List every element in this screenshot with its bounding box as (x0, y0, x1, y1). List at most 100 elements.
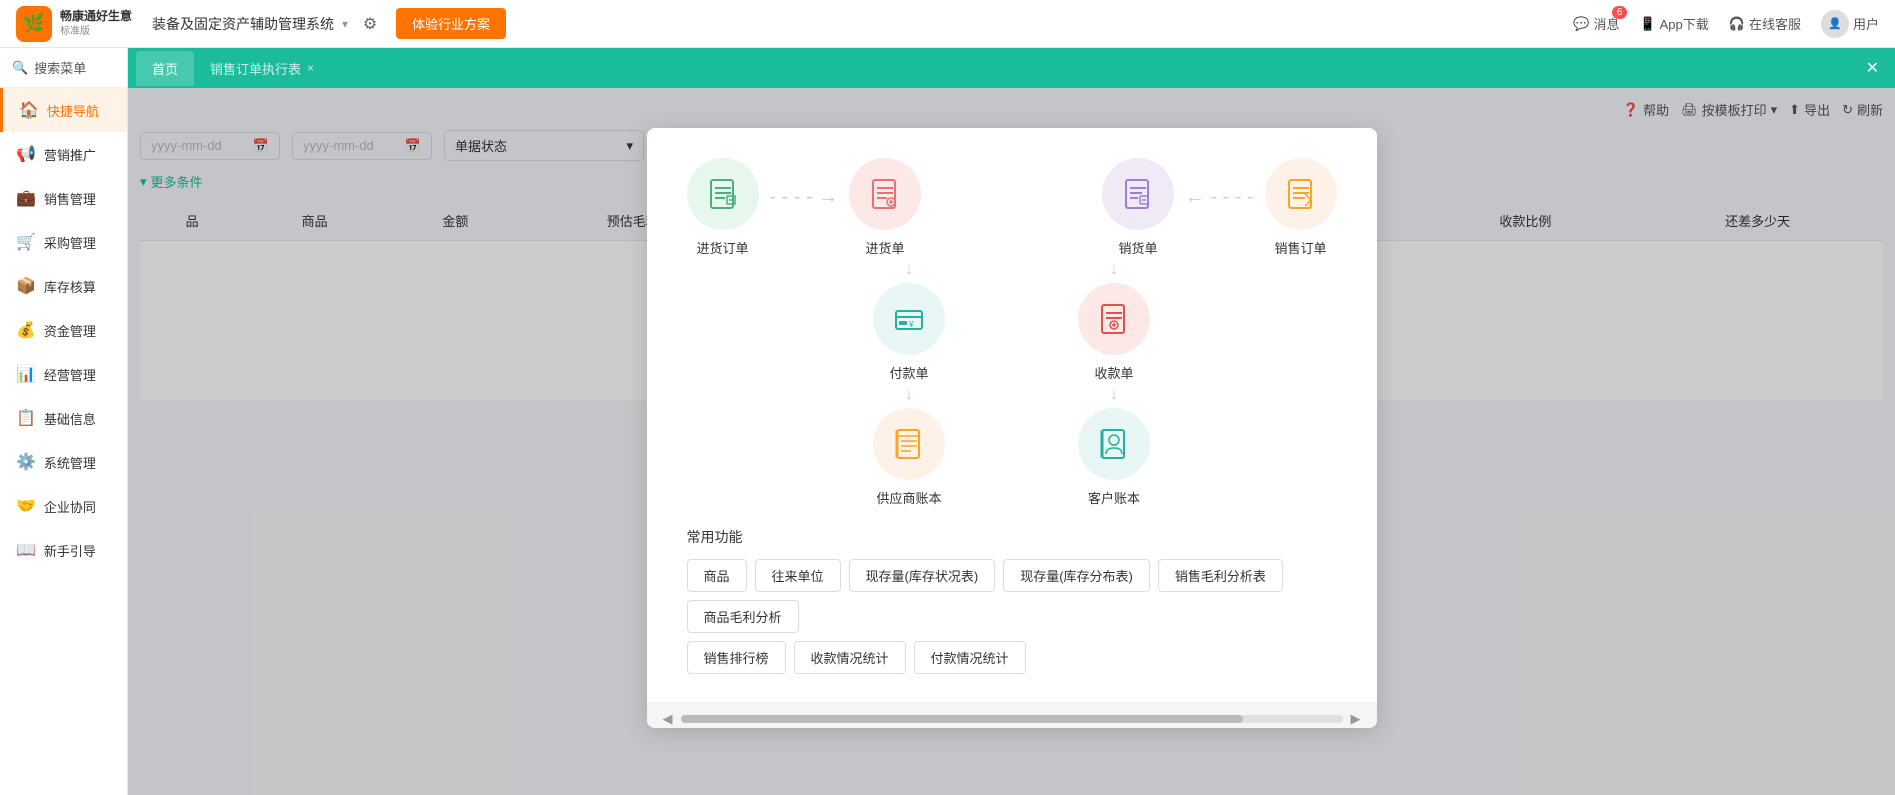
basic-info-label: 基础信息 (44, 409, 96, 428)
func-btn-inventory-dist[interactable]: 现存量(库存分布表) (1003, 559, 1150, 592)
search-menu-label: 搜索菜单 (34, 58, 86, 77)
svg-text:¥: ¥ (908, 320, 914, 329)
down-arrow-sb: ↓ (1054, 261, 1174, 279)
modal-overlay[interactable]: 进货订单 - - - - → 进货单 (128, 88, 1895, 795)
newbie-label: 新手引导 (44, 541, 96, 560)
tab-sales-exec[interactable]: 销售订单执行表 × (194, 51, 330, 86)
online-service-button[interactable]: 🎧 在线客服 (1729, 14, 1801, 33)
node-sales-bill[interactable]: 销货单 (1102, 158, 1174, 257)
finance-label: 资金管理 (44, 321, 96, 340)
marketing-label: 营销推广 (44, 145, 96, 164)
func-buttons-row1: 商品 往来单位 现存量(库存状况表) 现存量(库存分布表) 销售毛利分析表 商品… (687, 559, 1337, 633)
sidebar-item-quick-nav[interactable]: 🏠 快捷导航 (0, 88, 127, 132)
logo-line2: 标准版 (60, 25, 132, 39)
func-btn-inventory-status[interactable]: 现存量(库存状况表) (849, 559, 996, 592)
payment-bill-icon: ¥ (873, 283, 945, 355)
space-a2 (1150, 283, 1217, 382)
sidebar-item-sales[interactable]: 💼 销售管理 (0, 176, 127, 220)
func-btn-payment-stats[interactable]: 付款情况统计 (914, 641, 1026, 674)
sidebar-item-operations[interactable]: 📊 经营管理 (0, 352, 127, 396)
receipt-bill-label: 收款单 (1094, 363, 1133, 382)
arrow-so-to-sb: ← - - - - (1174, 158, 1265, 209)
gear-button[interactable]: ⚙ (356, 10, 384, 38)
node-purchase-order[interactable]: 进货订单 (687, 158, 759, 257)
node-sales-order[interactable]: 销售订单 (1265, 158, 1337, 257)
s3 (969, 386, 1054, 404)
sys-mgmt-icon: ⚙️ (16, 452, 36, 472)
app-icon: 📱 (1639, 16, 1655, 32)
func-btn-counterpart[interactable]: 往来单位 (755, 559, 841, 592)
tab-home[interactable]: 首页 (136, 51, 194, 86)
user-button[interactable]: 👤 用户 (1821, 10, 1879, 38)
tab-close-icon[interactable]: × (307, 61, 314, 75)
message-button[interactable]: 💬 消息 6 (1573, 14, 1619, 33)
node-purchase-bill[interactable]: 进货单 (849, 158, 921, 257)
tab-bar-close-button[interactable]: ✕ (1858, 58, 1887, 78)
system-title: 装备及固定资产辅助管理系统 ▾ (152, 14, 348, 34)
flow-diagram: 进货订单 - - - - → 进货单 (647, 128, 1377, 527)
sales-label: 销售管理 (44, 189, 96, 208)
down-arrow-pb: ↓ (849, 261, 969, 279)
trial-button[interactable]: 体验行业方案 (396, 8, 506, 39)
purchase-label: 采购管理 (44, 233, 96, 252)
func-btn-sales-rank[interactable]: 销售排行榜 (687, 641, 786, 674)
sidebar-item-newbie[interactable]: 📖 新手引导 (0, 528, 127, 572)
receipt-bill-icon (1078, 283, 1150, 355)
sidebar: 🔍 搜索菜单 🏠 快捷导航 📢 营销推广 💼 销售管理 🛒 采购管理 📦 (0, 48, 128, 795)
sales-bill-icon (1102, 158, 1174, 230)
top-right-actions: 💬 消息 6 📱 App下载 🎧 在线客服 👤 用户 (1573, 10, 1879, 38)
scroll-right-arrow[interactable]: ▶ (1343, 707, 1369, 728)
sidebar-item-inventory[interactable]: 📦 库存核算 (0, 264, 127, 308)
node-customer-ledger[interactable]: 客户账本 (1078, 408, 1150, 507)
modal-box: 进货订单 - - - - → 进货单 (647, 128, 1377, 728)
node-payment-bill[interactable]: ¥ 付款单 (873, 283, 945, 382)
func-btn-receipt-stats[interactable]: 收款情况统计 (794, 641, 906, 674)
online-service-label: 在线客服 (1749, 14, 1801, 33)
scroll-left-arrow[interactable]: ◀ (655, 707, 681, 728)
s8 (945, 408, 1078, 507)
space-mid2 (945, 283, 1078, 382)
space-right (1217, 261, 1337, 279)
logo-line1: 畅康通好生意 (60, 8, 132, 25)
logo-icon: 🌿 (16, 6, 52, 42)
content-area: 首页 销售订单执行表 × ✕ ❓ 帮助 🖨 按 (128, 48, 1895, 795)
app-download-label: App下载 (1660, 14, 1709, 33)
purchase-order-icon (687, 158, 759, 230)
node-supplier-ledger[interactable]: 供应商账本 (873, 408, 945, 507)
main-area: 🔍 搜索菜单 🏠 快捷导航 📢 营销推广 💼 销售管理 🛒 采购管理 📦 (0, 48, 1895, 795)
func-btn-product[interactable]: 商品 (687, 559, 747, 592)
sales-order-icon (1265, 158, 1337, 230)
s5 (1217, 386, 1337, 404)
operations-icon: 📊 (16, 364, 36, 384)
purchase-icon: 🛒 (16, 232, 36, 252)
scroll-thumb (681, 715, 1244, 723)
supplier-ledger-icon (873, 408, 945, 480)
func-btn-product-analysis[interactable]: 商品毛利分析 (687, 600, 799, 633)
finance-icon: 💰 (16, 320, 36, 340)
message-badge: 6 (1612, 6, 1628, 19)
scroll-track (681, 715, 1343, 723)
search-menu[interactable]: 🔍 搜索菜单 (0, 48, 127, 88)
page-content: ❓ 帮助 🖨 按模板打印 ▾ ⬆ 导出 ↻ 刷新 (128, 88, 1895, 795)
search-icon: 🔍 (12, 60, 28, 76)
purchase-order-label: 进货订单 (696, 238, 748, 257)
sidebar-item-purchase[interactable]: 🛒 采购管理 (0, 220, 127, 264)
tab-sales-exec-label: 销售订单执行表 (210, 59, 301, 78)
message-icon: 💬 (1573, 16, 1589, 32)
space-arrow1 (807, 261, 850, 279)
func-btn-sales-analysis[interactable]: 销售毛利分析表 (1158, 559, 1283, 592)
avatar: 👤 (1821, 10, 1849, 38)
sidebar-item-marketing[interactable]: 📢 营销推广 (0, 132, 127, 176)
space-left2 (687, 283, 807, 382)
purchase-bill-icon (849, 158, 921, 230)
app-download-button[interactable]: 📱 App下载 (1639, 14, 1708, 33)
node-receipt-bill[interactable]: 收款单 (1078, 283, 1150, 382)
enterprise-icon: 🤝 (16, 496, 36, 516)
sidebar-item-enterprise[interactable]: 🤝 企业协同 (0, 484, 127, 528)
sidebar-item-finance[interactable]: 💰 资金管理 (0, 308, 127, 352)
arrow-po-to-pb: - - - - → (759, 158, 850, 209)
sidebar-item-basic-info[interactable]: 📋 基础信息 (0, 396, 127, 440)
sidebar-item-sys-mgmt[interactable]: ⚙️ 系统管理 (0, 440, 127, 484)
dropdown-icon[interactable]: ▾ (342, 17, 348, 31)
inventory-label: 库存核算 (44, 277, 96, 296)
